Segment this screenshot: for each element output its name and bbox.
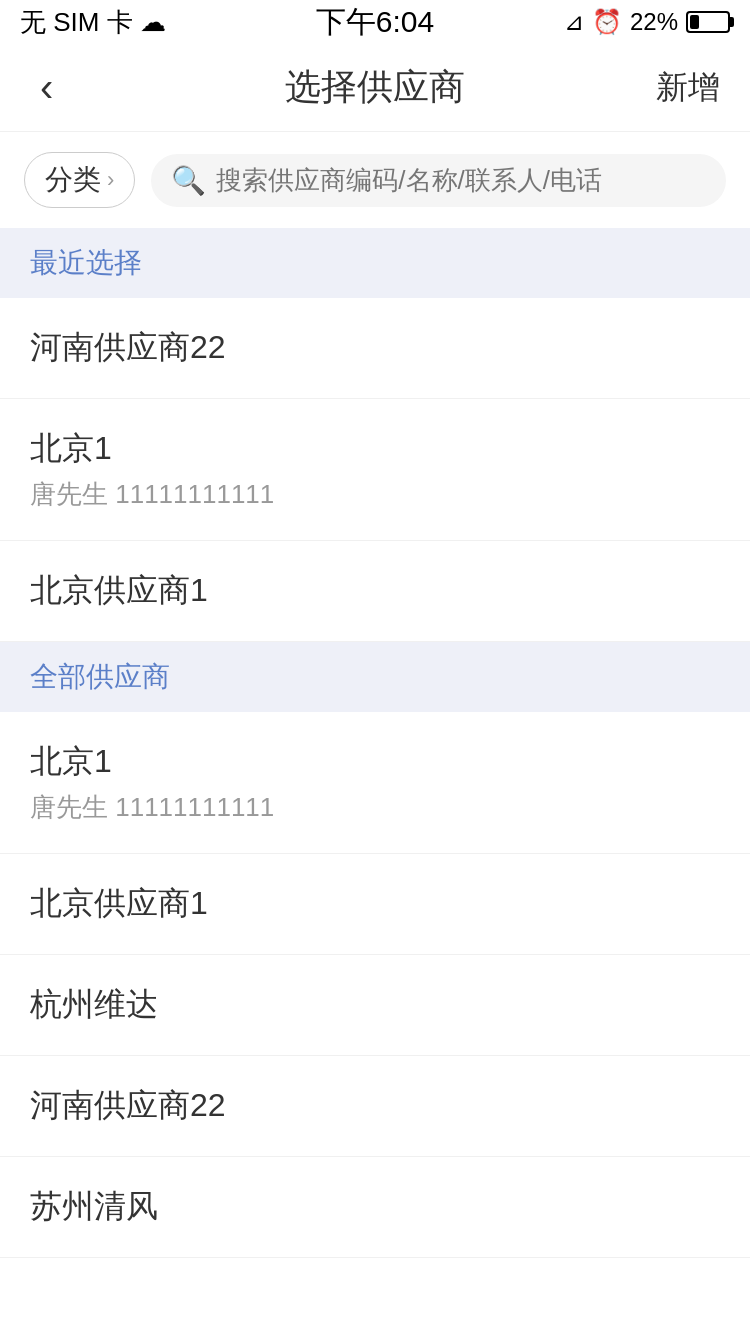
item-sub: 唐先生 11111111111 xyxy=(30,477,720,512)
alarm-icon: ⏰ xyxy=(592,8,622,36)
list-item[interactable]: 苏州清风 xyxy=(0,1157,750,1258)
status-time: 下午6:04 xyxy=(316,2,434,43)
status-bar: 无 SIM 卡 ☁ 下午6:04 ⊿ ⏰ 22% xyxy=(0,0,750,44)
search-wrapper[interactable]: 🔍 xyxy=(151,154,726,207)
category-button[interactable]: 分类 › xyxy=(24,152,135,208)
item-sub: 唐先生 11111111111 xyxy=(30,790,720,825)
list-item[interactable]: 河南供应商22 xyxy=(0,1056,750,1157)
list-item[interactable]: 河南供应商22 xyxy=(0,298,750,399)
list-item[interactable]: 北京1 唐先生 11111111111 xyxy=(0,712,750,854)
back-button[interactable]: ‹ xyxy=(30,55,63,120)
location-icon: ⊿ xyxy=(564,8,584,36)
recent-list: 河南供应商22 北京1 唐先生 11111111111 北京供应商1 xyxy=(0,298,750,642)
sim-status: 无 SIM 卡 ☁ xyxy=(20,5,166,40)
item-name: 北京1 xyxy=(30,740,720,784)
page-title: 选择供应商 xyxy=(285,63,465,112)
all-section-header: 全部供应商 xyxy=(0,642,750,712)
nav-bar: ‹ 选择供应商 新增 xyxy=(0,44,750,132)
list-item[interactable]: 杭州维达 xyxy=(0,955,750,1056)
battery-icon xyxy=(686,11,730,33)
status-right: ⊿ ⏰ 22% xyxy=(564,8,730,36)
all-section-label: 全部供应商 xyxy=(30,661,170,692)
item-name: 北京1 xyxy=(30,427,720,471)
item-name: 河南供应商22 xyxy=(30,1084,720,1128)
list-item[interactable]: 北京供应商1 xyxy=(0,541,750,642)
chevron-right-icon: › xyxy=(107,167,114,193)
status-left: 无 SIM 卡 ☁ xyxy=(20,5,166,40)
recent-section-header: 最近选择 xyxy=(0,228,750,298)
search-area: 分类 › 🔍 xyxy=(0,132,750,228)
item-name: 杭州维达 xyxy=(30,983,720,1027)
item-name: 北京供应商1 xyxy=(30,882,720,926)
search-input[interactable] xyxy=(216,165,706,196)
item-name: 北京供应商1 xyxy=(30,569,720,613)
category-label: 分类 xyxy=(45,161,101,199)
battery-percent: 22% xyxy=(630,8,678,36)
add-button[interactable]: 新增 xyxy=(656,66,720,110)
search-icon: 🔍 xyxy=(171,164,206,197)
all-list: 北京1 唐先生 11111111111 北京供应商1 杭州维达河南供应商22 苏州清风 xyxy=(0,712,750,1258)
item-name: 苏州清风 xyxy=(30,1185,720,1229)
item-name: 河南供应商22 xyxy=(30,326,720,370)
list-item[interactable]: 北京供应商1 xyxy=(0,854,750,955)
recent-section-label: 最近选择 xyxy=(30,247,142,278)
list-item[interactable]: 北京1 唐先生 11111111111 xyxy=(0,399,750,541)
